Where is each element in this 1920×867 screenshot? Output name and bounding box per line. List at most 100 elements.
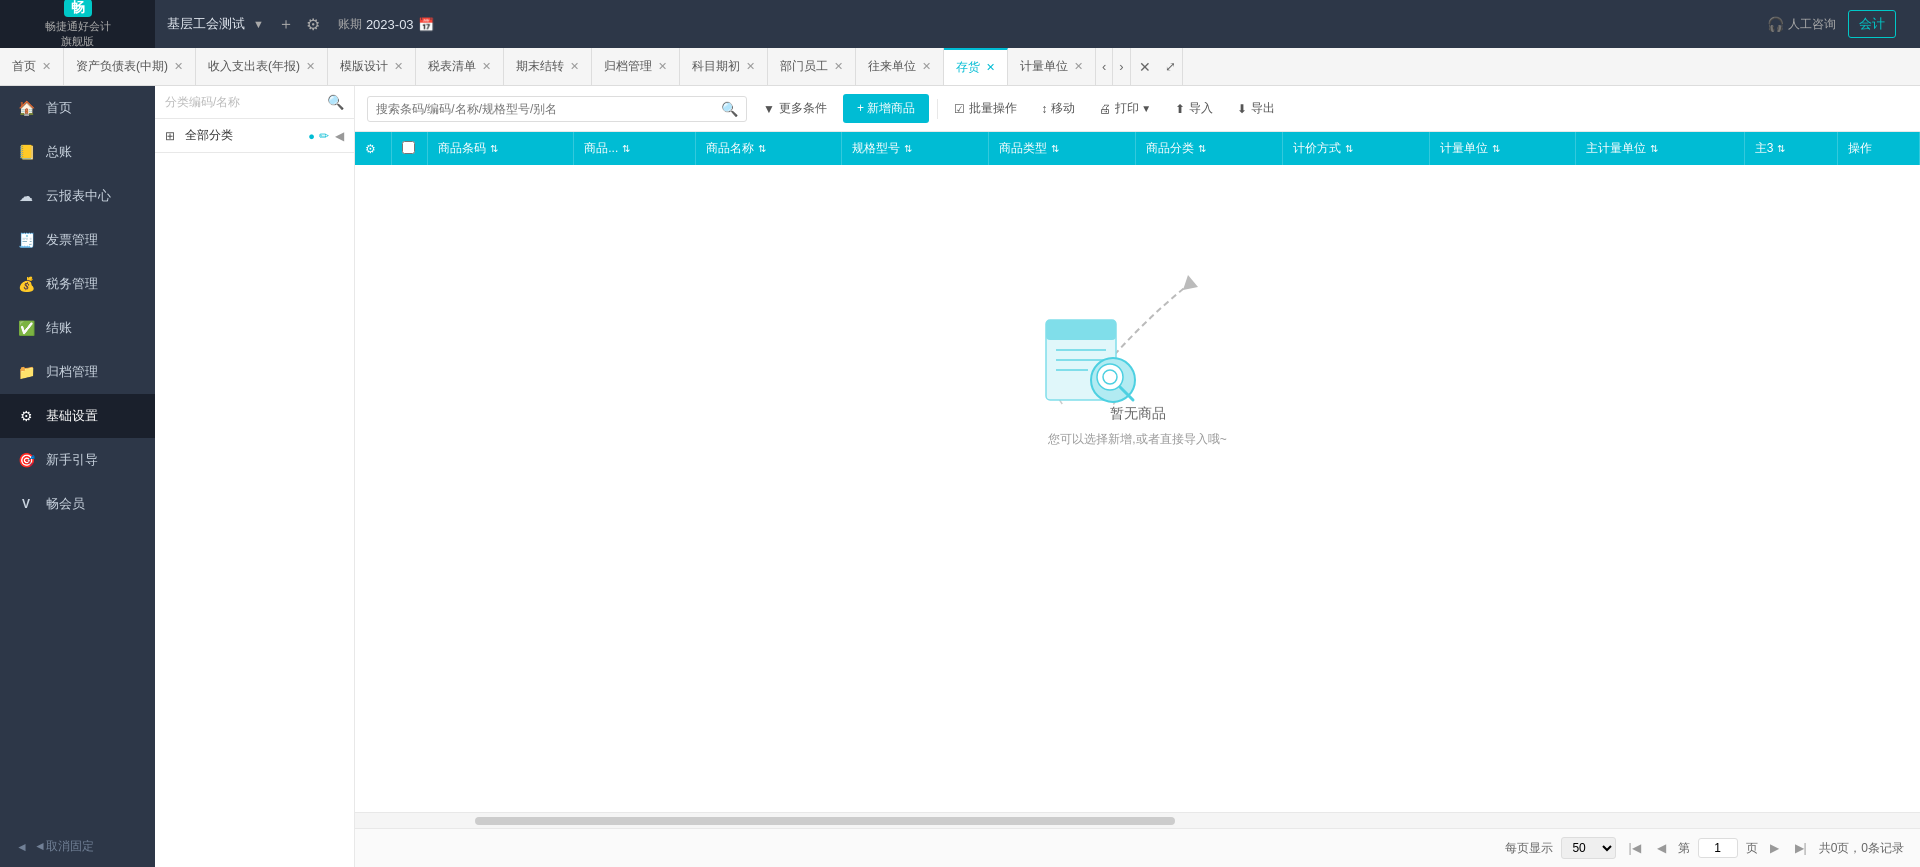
tab-template-close[interactable]: ✕ bbox=[394, 60, 403, 73]
tab-tax-close[interactable]: ✕ bbox=[482, 60, 491, 73]
top-bar-right: 🎧 人工咨询 会计 bbox=[1767, 10, 1908, 38]
empty-illustration bbox=[988, 245, 1288, 405]
product-search-input[interactable] bbox=[376, 102, 721, 116]
tab-subject-label: 科目期初 bbox=[692, 58, 740, 75]
horizontal-scrollbar[interactable] bbox=[355, 812, 1920, 828]
sidebar-item-member[interactable]: V 畅会员 bbox=[0, 482, 155, 526]
member-icon: V bbox=[16, 494, 36, 514]
tab-income-close[interactable]: ✕ bbox=[306, 60, 315, 73]
export-icon: ⬇ bbox=[1237, 102, 1247, 116]
th-barcode[interactable]: 商品条码⇅ bbox=[427, 132, 574, 165]
new-product-button[interactable]: + 新增商品 bbox=[843, 94, 929, 123]
tab-balance-sheet[interactable]: 资产负债表(中期) ✕ bbox=[64, 48, 196, 86]
product-search-icon[interactable]: 🔍 bbox=[721, 101, 738, 117]
category-search-icon[interactable]: 🔍 bbox=[327, 94, 344, 110]
sidebar-item-settings[interactable]: ⚙ 基础设置 bbox=[0, 394, 155, 438]
category-edit-icon[interactable]: ✏ bbox=[319, 129, 329, 143]
page-first-btn[interactable]: |◀ bbox=[1624, 841, 1644, 855]
tab-unit[interactable]: 计量单位 ✕ bbox=[1008, 48, 1096, 86]
select-all-checkbox[interactable] bbox=[402, 141, 415, 154]
sidebar-item-reports[interactable]: ☁ 云报表中心 bbox=[0, 174, 155, 218]
th-spec[interactable]: 规格型号⇅ bbox=[842, 132, 989, 165]
sidebar-item-invoice[interactable]: 🧾 发票管理 bbox=[0, 218, 155, 262]
tab-dept-close[interactable]: ✕ bbox=[834, 60, 843, 73]
export-button[interactable]: ⬇ 导出 bbox=[1229, 96, 1283, 121]
page-prev-btn[interactable]: ◀ bbox=[1653, 841, 1670, 855]
tab-subject-close[interactable]: ✕ bbox=[746, 60, 755, 73]
export-label: 导出 bbox=[1251, 100, 1275, 117]
scrollbar-thumb[interactable] bbox=[475, 817, 1175, 825]
tab-inventory[interactable]: 存货 ✕ bbox=[944, 48, 1008, 86]
category-label[interactable]: 全部分类 bbox=[185, 127, 308, 144]
category-collapse-icon[interactable]: ◀ bbox=[335, 129, 344, 143]
th-pricing[interactable]: 计价方式⇅ bbox=[1282, 132, 1429, 165]
tab-unit-close[interactable]: ✕ bbox=[1074, 60, 1083, 73]
tab-contacts-close[interactable]: ✕ bbox=[922, 60, 931, 73]
sidebar-item-checkout-label: 结账 bbox=[46, 319, 72, 337]
page-last-btn[interactable]: ▶| bbox=[1791, 841, 1811, 855]
add-tab-icon[interactable]: ＋ bbox=[278, 14, 294, 35]
tab-home[interactable]: 首页 ✕ bbox=[0, 48, 64, 86]
sidebar-item-guide[interactable]: 🎯 新手引导 bbox=[0, 438, 155, 482]
sidebar-collapse-btn[interactable]: ◄ ◄取消固定 bbox=[0, 826, 155, 867]
empty-main-text: 暂无商品 bbox=[1110, 405, 1166, 423]
th-type[interactable]: 商品类型⇅ bbox=[989, 132, 1136, 165]
th-col3[interactable]: 主3⇅ bbox=[1744, 132, 1838, 165]
tab-archive-close[interactable]: ✕ bbox=[658, 60, 667, 73]
sidebar: 🏠 首页 📒 总账 ☁ 云报表中心 🧾 发票管理 💰 税务管理 ✅ 结账 📁 归… bbox=[0, 86, 155, 867]
th-settings[interactable]: ⚙ bbox=[355, 132, 391, 165]
th-category[interactable]: 商品分类⇅ bbox=[1135, 132, 1282, 165]
category-search-box: 🔍 bbox=[155, 86, 354, 119]
category-search-input[interactable] bbox=[165, 95, 327, 109]
company-dropdown-icon[interactable]: ▼ bbox=[253, 18, 264, 30]
th-code[interactable]: 商品...⇅ bbox=[574, 132, 695, 165]
batch-icon: ☑ bbox=[954, 102, 965, 116]
filter-button[interactable]: ▼ 更多条件 bbox=[755, 96, 835, 121]
sidebar-item-tax[interactable]: 💰 税务管理 bbox=[0, 262, 155, 306]
print-button[interactable]: 🖨 打印 ▼ bbox=[1091, 96, 1159, 121]
th-name[interactable]: 商品名称⇅ bbox=[695, 132, 842, 165]
print-icon: 🖨 bbox=[1099, 102, 1111, 116]
move-icon: ↕ bbox=[1041, 102, 1047, 116]
tab-contacts[interactable]: 往来单位 ✕ bbox=[856, 48, 944, 86]
help-button[interactable]: 🎧 人工咨询 bbox=[1767, 16, 1836, 33]
tab-balance-close[interactable]: ✕ bbox=[174, 60, 183, 73]
pagination-bar: 每页显示 50 100 200 |◀ ◀ 第 页 ▶ ▶| 共0页，0 bbox=[355, 828, 1920, 867]
move-button[interactable]: ↕ 移动 bbox=[1033, 96, 1083, 121]
tab-home-close[interactable]: ✕ bbox=[42, 60, 51, 73]
tab-archive[interactable]: 归档管理 ✕ bbox=[592, 48, 680, 86]
tab-close-all[interactable]: ✕ bbox=[1131, 48, 1159, 86]
total-records-label: 共0页，0条记录 bbox=[1819, 840, 1904, 857]
tab-dept[interactable]: 部门员工 ✕ bbox=[768, 48, 856, 86]
tab-inventory-label: 存货 bbox=[956, 59, 980, 76]
tab-tax-list[interactable]: 税表清单 ✕ bbox=[416, 48, 504, 86]
th-unit[interactable]: 计量单位⇅ bbox=[1429, 132, 1576, 165]
page-number-input[interactable] bbox=[1698, 838, 1738, 858]
sidebar-item-archive[interactable]: 📁 归档管理 bbox=[0, 350, 155, 394]
tab-income[interactable]: 收入支出表(年报) ✕ bbox=[196, 48, 328, 86]
invoice-icon: 🧾 bbox=[16, 230, 36, 250]
tab-subject-init[interactable]: 科目期初 ✕ bbox=[680, 48, 768, 86]
tab-nav-right[interactable]: › bbox=[1113, 48, 1130, 86]
tab-template[interactable]: 模版设计 ✕ bbox=[328, 48, 416, 86]
import-button[interactable]: ⬆ 导入 bbox=[1167, 96, 1221, 121]
sidebar-item-member-label: 畅会员 bbox=[46, 495, 85, 513]
sidebar-item-checkout[interactable]: ✅ 结账 bbox=[0, 306, 155, 350]
page-size-select[interactable]: 50 100 200 bbox=[1561, 837, 1616, 859]
tab-nav-left[interactable]: ‹ bbox=[1096, 48, 1113, 86]
sidebar-item-ledger[interactable]: 📒 总账 bbox=[0, 130, 155, 174]
tab-period-close[interactable]: 期末结转 ✕ bbox=[504, 48, 592, 86]
calendar-icon[interactable]: 📅 bbox=[418, 17, 434, 32]
company-name[interactable]: 基层工会测试 bbox=[167, 15, 245, 33]
tab-expand[interactable]: ⤢ bbox=[1159, 48, 1183, 86]
tab-inventory-close[interactable]: ✕ bbox=[986, 61, 995, 74]
th-main-unit[interactable]: 主计量单位⇅ bbox=[1576, 132, 1745, 165]
account-button[interactable]: 会计 bbox=[1848, 10, 1896, 38]
page-next-btn[interactable]: ▶ bbox=[1766, 841, 1783, 855]
th-checkbox[interactable] bbox=[391, 132, 427, 165]
table-scroll[interactable]: ⚙ 商品条码⇅ 商品...⇅ 商品名称⇅ 规格型号⇅ 商品类型⇅ 商品分类⇅ 计… bbox=[355, 132, 1920, 812]
settings-gear-icon[interactable]: ⚙ bbox=[306, 15, 320, 34]
batch-operation-button[interactable]: ☑ 批量操作 bbox=[946, 96, 1025, 121]
tab-period-close-btn[interactable]: ✕ bbox=[570, 60, 579, 73]
sidebar-item-home[interactable]: 🏠 首页 bbox=[0, 86, 155, 130]
